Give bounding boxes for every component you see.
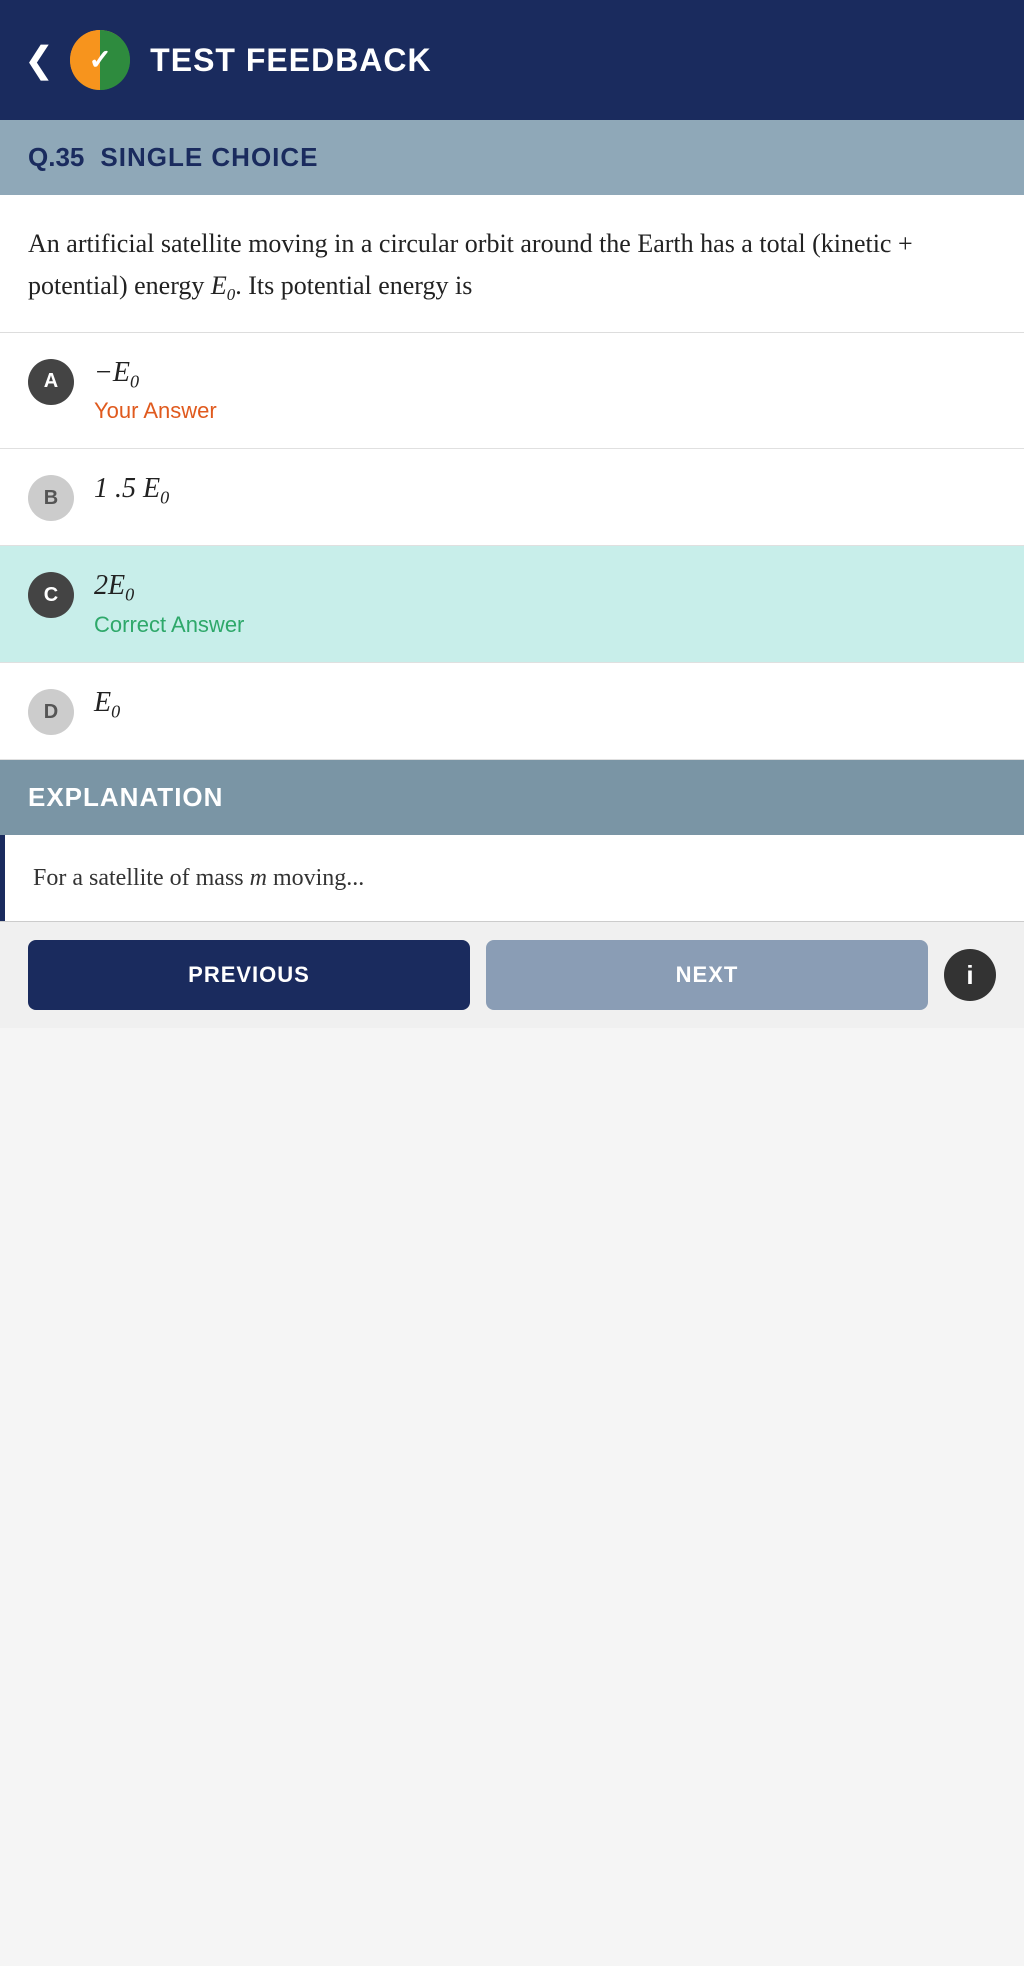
question-text: An artificial satellite moving in a circ… [28,223,996,308]
info-button[interactable]: i [944,949,996,1001]
option-c-label: Correct Answer [94,612,244,638]
explanation-content: For a satellite of mass m moving... [0,835,1024,921]
question-formula: E0 [211,271,235,300]
option-d-formula: E0 [94,687,120,723]
explanation-text: For a satellite of mass m moving... [33,859,996,897]
explanation-header: EXPLANATION [0,760,1024,835]
question-number: Q.35 [28,142,84,173]
question-type: SINGLE CHOICE [100,142,318,173]
option-b-circle: B [28,475,74,521]
option-c-formula: 2E0 [94,570,244,606]
option-a-label: Your Answer [94,398,217,424]
back-icon[interactable]: ❮ [24,42,54,78]
header-title: TEST FEEDBACK [150,42,431,79]
header: ❮ ✓ TEST FEEDBACK [0,0,1024,120]
explanation-title: EXPLANATION [28,782,223,812]
logo-check-icon: ✓ [88,43,111,77]
question-header: Q.35 SINGLE CHOICE [0,120,1024,195]
option-a[interactable]: A −E0 Your Answer [0,333,1024,450]
option-b[interactable]: B 1 .5 E0 [0,449,1024,546]
option-c[interactable]: C 2E0 Correct Answer [0,546,1024,663]
option-c-circle: C [28,572,74,618]
option-d-circle: D [28,689,74,735]
option-c-content: 2E0 Correct Answer [94,570,244,638]
option-b-formula: 1 .5 E0 [94,473,169,509]
option-d-content: E0 [94,687,120,723]
next-button[interactable]: NEXT [486,940,928,1010]
option-d[interactable]: D E0 [0,663,1024,760]
previous-button[interactable]: PREVIOUS [28,940,470,1010]
logo: ✓ [70,30,130,90]
question-text-area: An artificial satellite moving in a circ… [0,195,1024,333]
option-a-formula: −E0 [94,357,217,393]
option-a-content: −E0 Your Answer [94,357,217,425]
option-a-circle: A [28,359,74,405]
bottom-nav: PREVIOUS NEXT i [0,921,1024,1028]
option-b-content: 1 .5 E0 [94,473,169,509]
